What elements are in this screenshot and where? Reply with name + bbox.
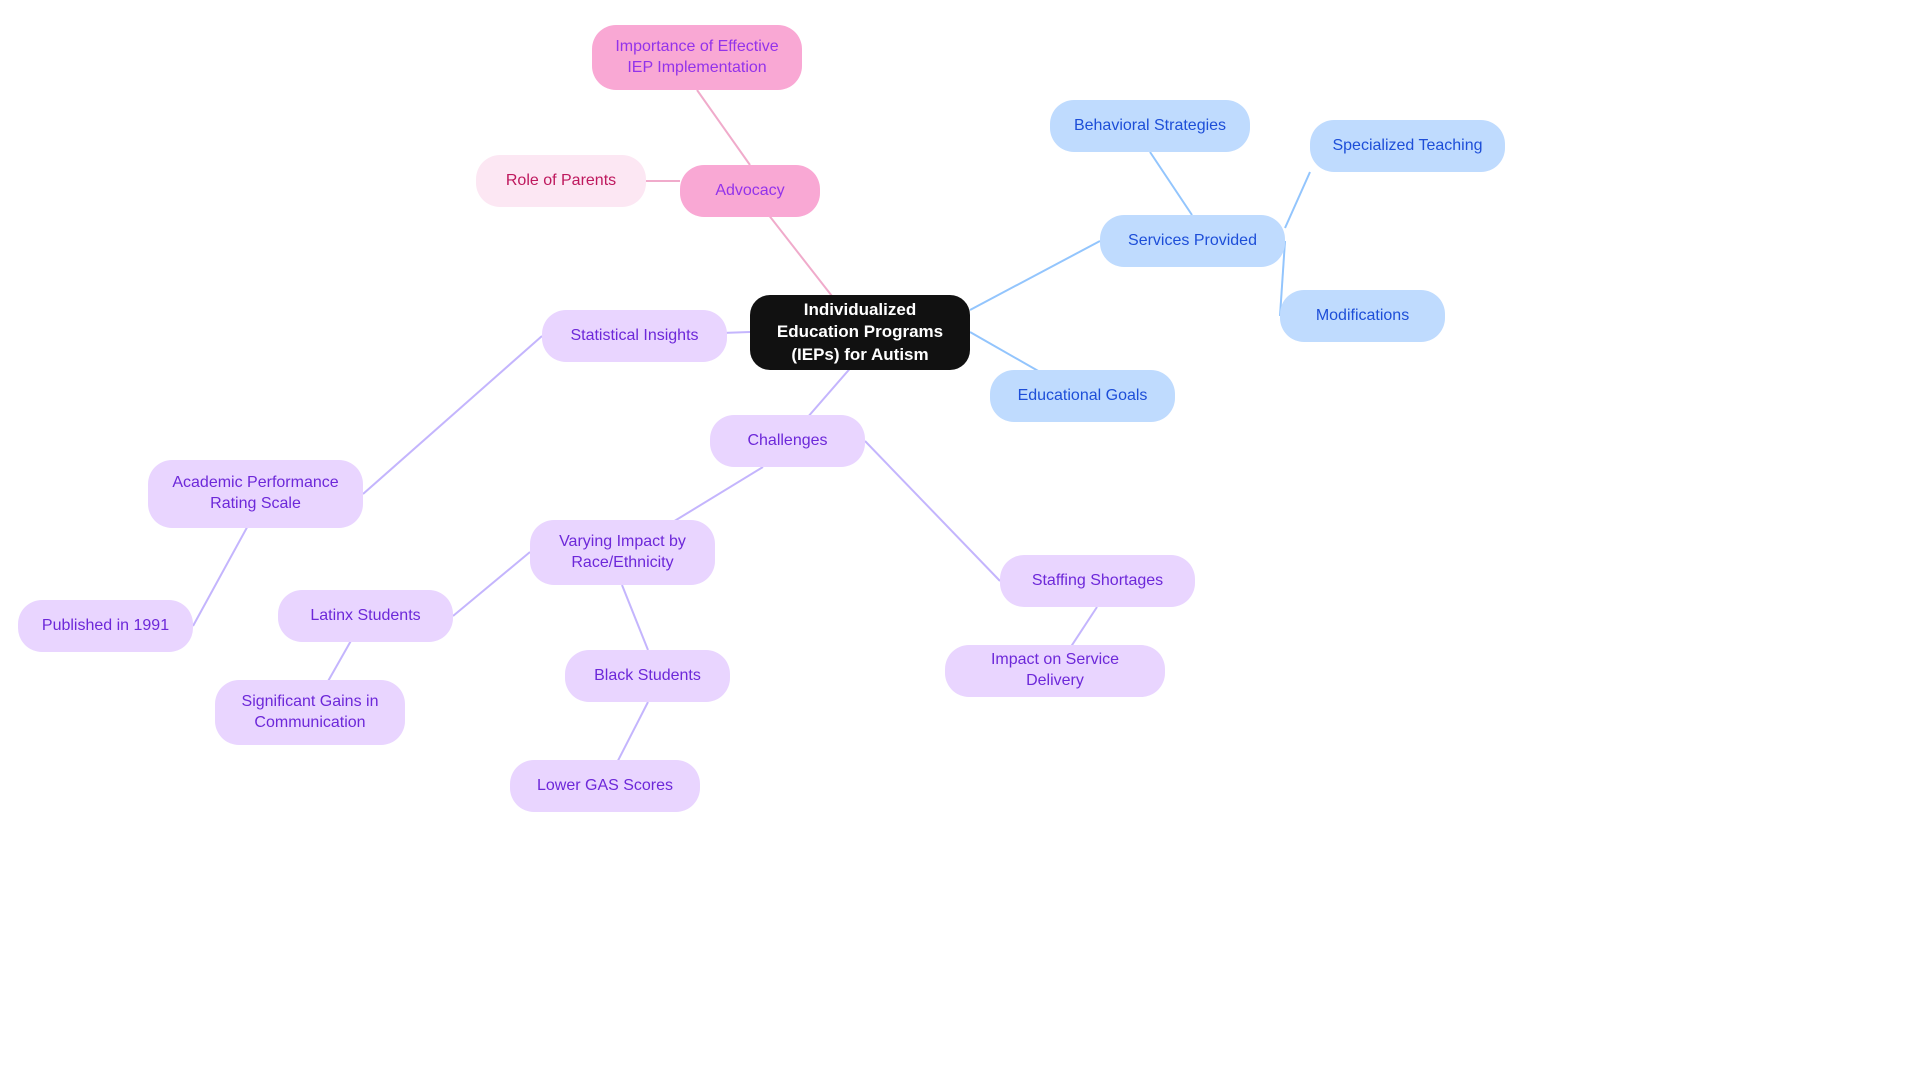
latinx-students-node[interactable]: Latinx Students	[278, 590, 453, 642]
modifications-label: Modifications	[1316, 306, 1409, 327]
latinx-students-label: Latinx Students	[310, 606, 420, 627]
behavioral-strategies-node[interactable]: Behavioral Strategies	[1050, 100, 1250, 152]
impact-service-delivery-label: Impact on Service Delivery	[967, 650, 1143, 692]
challenges-node[interactable]: Challenges	[710, 415, 865, 467]
statistical-insights-label: Statistical Insights	[570, 326, 698, 347]
varying-impact-node[interactable]: Varying Impact by Race/Ethnicity	[530, 520, 715, 585]
educational-goals-node[interactable]: Educational Goals	[990, 370, 1175, 422]
mind-map-connections	[0, 0, 1920, 1083]
importance-node[interactable]: Importance of Effective IEP Implementati…	[592, 25, 802, 90]
role-of-parents-label: Role of Parents	[506, 171, 616, 192]
significant-gains-label: Significant Gains in Communication	[237, 692, 383, 734]
advocacy-node[interactable]: Advocacy	[680, 165, 820, 217]
services-provided-node[interactable]: Services Provided	[1100, 215, 1285, 267]
behavioral-strategies-label: Behavioral Strategies	[1074, 116, 1226, 137]
academic-perf-node[interactable]: Academic Performance Rating Scale	[148, 460, 363, 528]
black-students-node[interactable]: Black Students	[565, 650, 730, 702]
modifications-node[interactable]: Modifications	[1280, 290, 1445, 342]
lower-gas-node[interactable]: Lower GAS Scores	[510, 760, 700, 812]
statistical-insights-node[interactable]: Statistical Insights	[542, 310, 727, 362]
significant-gains-node[interactable]: Significant Gains in Communication	[215, 680, 405, 745]
varying-impact-label: Varying Impact by Race/Ethnicity	[552, 532, 693, 574]
center-node[interactable]: Individualized Education Programs (IEPs)…	[750, 295, 970, 370]
academic-perf-label: Academic Performance Rating Scale	[170, 473, 341, 515]
black-students-label: Black Students	[594, 666, 701, 687]
importance-label: Importance of Effective IEP Implementati…	[614, 37, 780, 79]
role-of-parents-node[interactable]: Role of Parents	[476, 155, 646, 207]
specialized-teaching-node[interactable]: Specialized Teaching	[1310, 120, 1505, 172]
staffing-shortages-label: Staffing Shortages	[1032, 571, 1163, 592]
lower-gas-label: Lower GAS Scores	[537, 776, 673, 797]
advocacy-label: Advocacy	[715, 181, 784, 202]
center-label: Individualized Education Programs (IEPs)…	[772, 299, 948, 365]
challenges-label: Challenges	[747, 431, 827, 452]
published-1991-node[interactable]: Published in 1991	[18, 600, 193, 652]
staffing-shortages-node[interactable]: Staffing Shortages	[1000, 555, 1195, 607]
published-1991-label: Published in 1991	[42, 616, 169, 637]
specialized-teaching-label: Specialized Teaching	[1332, 136, 1482, 157]
impact-service-delivery-node[interactable]: Impact on Service Delivery	[945, 645, 1165, 697]
educational-goals-label: Educational Goals	[1018, 386, 1148, 407]
services-provided-label: Services Provided	[1128, 231, 1257, 252]
